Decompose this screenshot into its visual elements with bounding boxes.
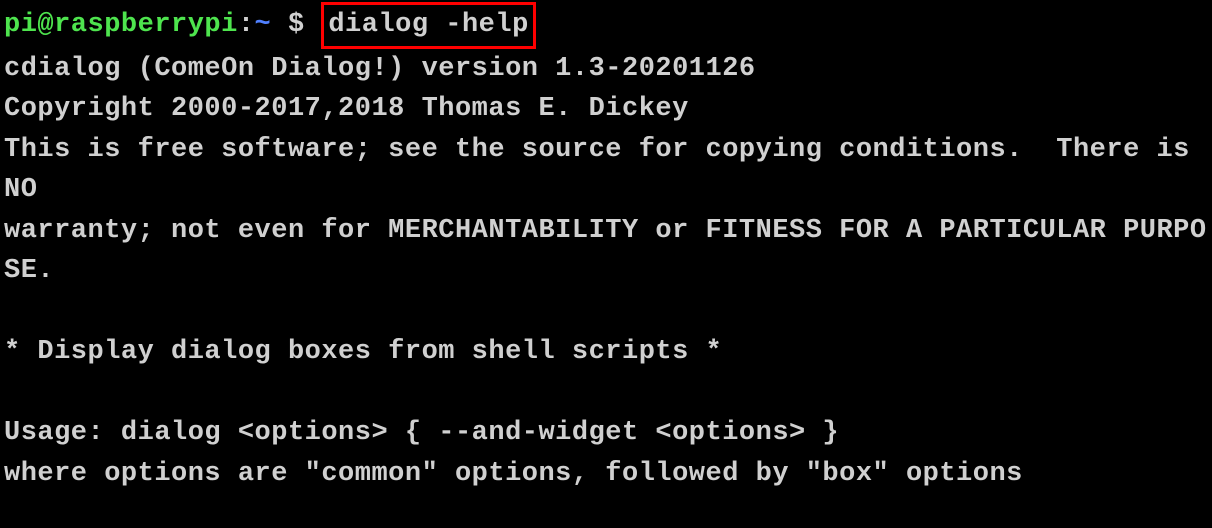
output-line xyxy=(4,373,1208,414)
prompt-line[interactable]: pi@raspberrypi:~ $ dialog -help xyxy=(4,2,1208,49)
command-text: dialog -help xyxy=(328,10,528,40)
prompt-path: ~ xyxy=(255,10,288,40)
output-line: * Display dialog boxes from shell script… xyxy=(4,332,1208,373)
output-line: where options are "common" options, foll… xyxy=(4,454,1208,495)
output-line xyxy=(4,292,1208,333)
output-line: Copyright 2000-2017,2018 Thomas E. Dicke… xyxy=(4,89,1208,130)
command-highlight: dialog -help xyxy=(321,2,535,49)
output-line: cdialog (ComeOn Dialog!) version 1.3-202… xyxy=(4,49,1208,90)
output-line: Usage: dialog <options> { --and-widget <… xyxy=(4,413,1208,454)
prompt-dollar: $ xyxy=(288,10,321,40)
prompt-colon: : xyxy=(238,10,255,40)
output-line: warranty; not even for MERCHANTABILITY o… xyxy=(4,211,1208,292)
prompt-user-host: pi@raspberrypi xyxy=(4,10,238,40)
output-line: This is free software; see the source fo… xyxy=(4,130,1208,211)
